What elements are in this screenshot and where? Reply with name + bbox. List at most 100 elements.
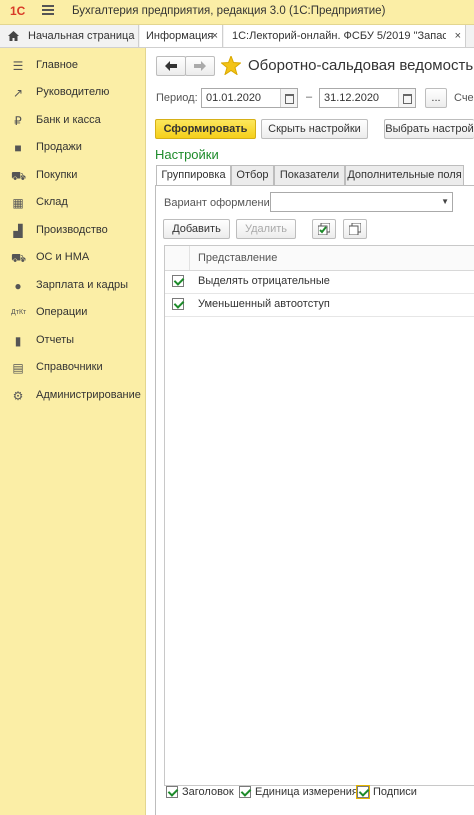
uncheck-all-icon [348, 222, 362, 236]
table-header: Представление [165, 246, 474, 271]
check-all-button[interactable] [312, 219, 336, 239]
sidebar-item-label: Руководителю [36, 86, 110, 98]
signatures-checkbox-label: Подписи [373, 786, 417, 798]
calendar-icon[interactable] [280, 89, 297, 107]
window-title: Бухгалтерия предприятия, редакция 3.0 (1… [72, 5, 386, 17]
form-title: Оборотно-сальдовая ведомость [248, 57, 474, 74]
tab-filter[interactable]: Отбор [231, 165, 274, 185]
sidebar-item-admin[interactable]: ⚙ Администрирование [0, 384, 145, 408]
period-select-button[interactable]: ... [425, 88, 447, 108]
sidebar-item-production[interactable]: ▟ Производство [0, 219, 145, 243]
sidebar-item-label: Банк и касса [36, 114, 101, 126]
tab-label: Начальная страница [28, 30, 135, 42]
title-bar: 1С Бухгалтерия предприятия, редакция 3.0… [0, 0, 474, 25]
sections-panel: ☰ Главное ↗ Руководителю ₽ Банк и касса … [0, 48, 146, 815]
sidebar-item-manager[interactable]: ↗ Руководителю [0, 81, 145, 105]
date-to-value: 31.12.2020 [324, 92, 380, 104]
factory-icon: ▟ [13, 224, 23, 238]
tab-grouping[interactable]: Группировка [156, 165, 231, 185]
table-row[interactable]: Выделять отрицательные [165, 271, 474, 294]
sidebar-item-label: Главное [36, 59, 79, 71]
sidebar-item-assets[interactable]: ⛟ ОС и НМА [0, 246, 145, 270]
hide-settings-button[interactable]: Скрыть настройки [261, 119, 368, 139]
tab-home[interactable]: Начальная страница [0, 25, 139, 47]
sidebar-item-label: Зарплата и кадры [36, 279, 129, 291]
generate-button[interactable]: Сформировать [155, 119, 256, 139]
variant-label: Вариант оформления: [164, 197, 279, 209]
home-icon [8, 31, 19, 41]
sidebar-item-bank[interactable]: ₽ Банк и касса [0, 109, 145, 133]
back-button[interactable] [156, 56, 186, 76]
check-all-icon [317, 222, 331, 236]
sidebar-item-label: Отчеты [36, 334, 75, 346]
trend-icon: ↗ [12, 86, 24, 100]
people-icon: ● [14, 279, 22, 293]
unit-checkbox[interactable] [239, 786, 251, 798]
gear-icon: ⚙ [12, 389, 24, 403]
main-menu-icon[interactable] [42, 5, 54, 15]
sidebar-item-label: Покупки [36, 169, 78, 181]
header-checkbox[interactable] [166, 786, 178, 798]
row-label: Уменьшенный автоотступ [198, 298, 330, 310]
sidebar-item-label: Продажи [36, 141, 82, 153]
book-icon: ▤ [12, 361, 24, 375]
app-logo[interactable]: 1С [10, 4, 25, 18]
add-button[interactable]: Добавить [163, 219, 230, 239]
sidebar-item-operations[interactable]: ДтКт Операции [0, 301, 145, 325]
sidebar-item-purchases[interactable]: ⛟ Покупки [0, 164, 145, 188]
account-label: Сче [454, 92, 474, 104]
forward-button[interactable] [185, 56, 215, 76]
sidebar-item-warehouse[interactable]: ▦ Склад [0, 191, 145, 215]
period-label: Период: [156, 92, 198, 104]
unit-checkbox-label: Единица измерения [255, 786, 358, 798]
calendar-icon[interactable] [398, 89, 415, 107]
table-row[interactable]: Уменьшенный автоотступ [165, 294, 474, 317]
sidebar-item-label: Справочники [36, 361, 103, 373]
menu-icon: ☰ [12, 59, 24, 73]
sidebar-item-label: ОС и НМА [36, 251, 90, 263]
date-dash: – [306, 91, 313, 103]
sidebar-item-salary[interactable]: ● Зарплата и кадры [0, 274, 145, 298]
report-form: Оборотно-сальдовая ведомость Период: 01.… [146, 48, 474, 815]
warehouse-icon: ▦ [12, 196, 24, 210]
dtkt-icon: ДтКт [11, 309, 27, 316]
tab-information[interactable]: Информация × [140, 25, 223, 47]
uncheck-all-button[interactable] [343, 219, 367, 239]
bag-icon: ■ [14, 141, 22, 155]
tab-label: Информация [146, 30, 214, 42]
tab-label: 1С:Лекторий-онлайн. ФСБУ 5/2019 "Запасы"… [232, 30, 446, 42]
chevron-down-icon[interactable]: ▼ [441, 193, 449, 211]
arrow-right-icon [194, 61, 206, 71]
chart-icon: ▮ [14, 334, 22, 348]
sidebar-item-directories[interactable]: ▤ Справочники [0, 356, 145, 380]
row-checkbox[interactable] [172, 298, 184, 310]
favorite-star-icon[interactable] [221, 56, 241, 75]
sidebar-item-label: Склад [36, 196, 68, 208]
sidebar-item-main[interactable]: ☰ Главное [0, 54, 145, 78]
date-from-field[interactable]: 01.01.2020 [201, 88, 298, 108]
choose-settings-button[interactable]: Выбрать настрой [384, 119, 474, 139]
sidebar-item-reports[interactable]: ▮ Отчеты [0, 329, 145, 353]
sidebar-item-label: Операции [36, 306, 88, 318]
column-header-representation: Представление [198, 252, 278, 264]
tab-additional-fields[interactable]: Дополнительные поля [345, 165, 464, 185]
date-to-field[interactable]: 31.12.2020 [319, 88, 416, 108]
truck-icon: ⛟ [11, 251, 27, 265]
close-icon[interactable]: × [455, 25, 461, 47]
cart-icon: ⛟ [11, 169, 27, 183]
close-icon[interactable]: × [212, 25, 218, 47]
header-checkbox-label: Заголовок [182, 786, 234, 798]
row-label: Выделять отрицательные [198, 275, 330, 287]
row-checkbox[interactable] [172, 275, 184, 287]
settings-title: Настройки [155, 147, 219, 162]
variant-select[interactable]: ▼ [270, 192, 453, 212]
tab-indicators[interactable]: Показатели [274, 165, 345, 185]
delete-button: Удалить [236, 219, 296, 239]
signatures-checkbox[interactable] [356, 785, 370, 799]
date-from-value: 01.01.2020 [206, 92, 262, 104]
sidebar-item-sales[interactable]: ■ Продажи [0, 136, 145, 160]
tab-lectorium[interactable]: 1С:Лекторий-онлайн. ФСБУ 5/2019 "Запасы"… [224, 25, 466, 47]
ruble-icon: ₽ [14, 114, 22, 128]
settings-table: Представление Выделять отрицательные Уме… [164, 245, 474, 786]
open-tabs-bar: Начальная страница Информация × 1С:Лекто… [0, 25, 474, 48]
